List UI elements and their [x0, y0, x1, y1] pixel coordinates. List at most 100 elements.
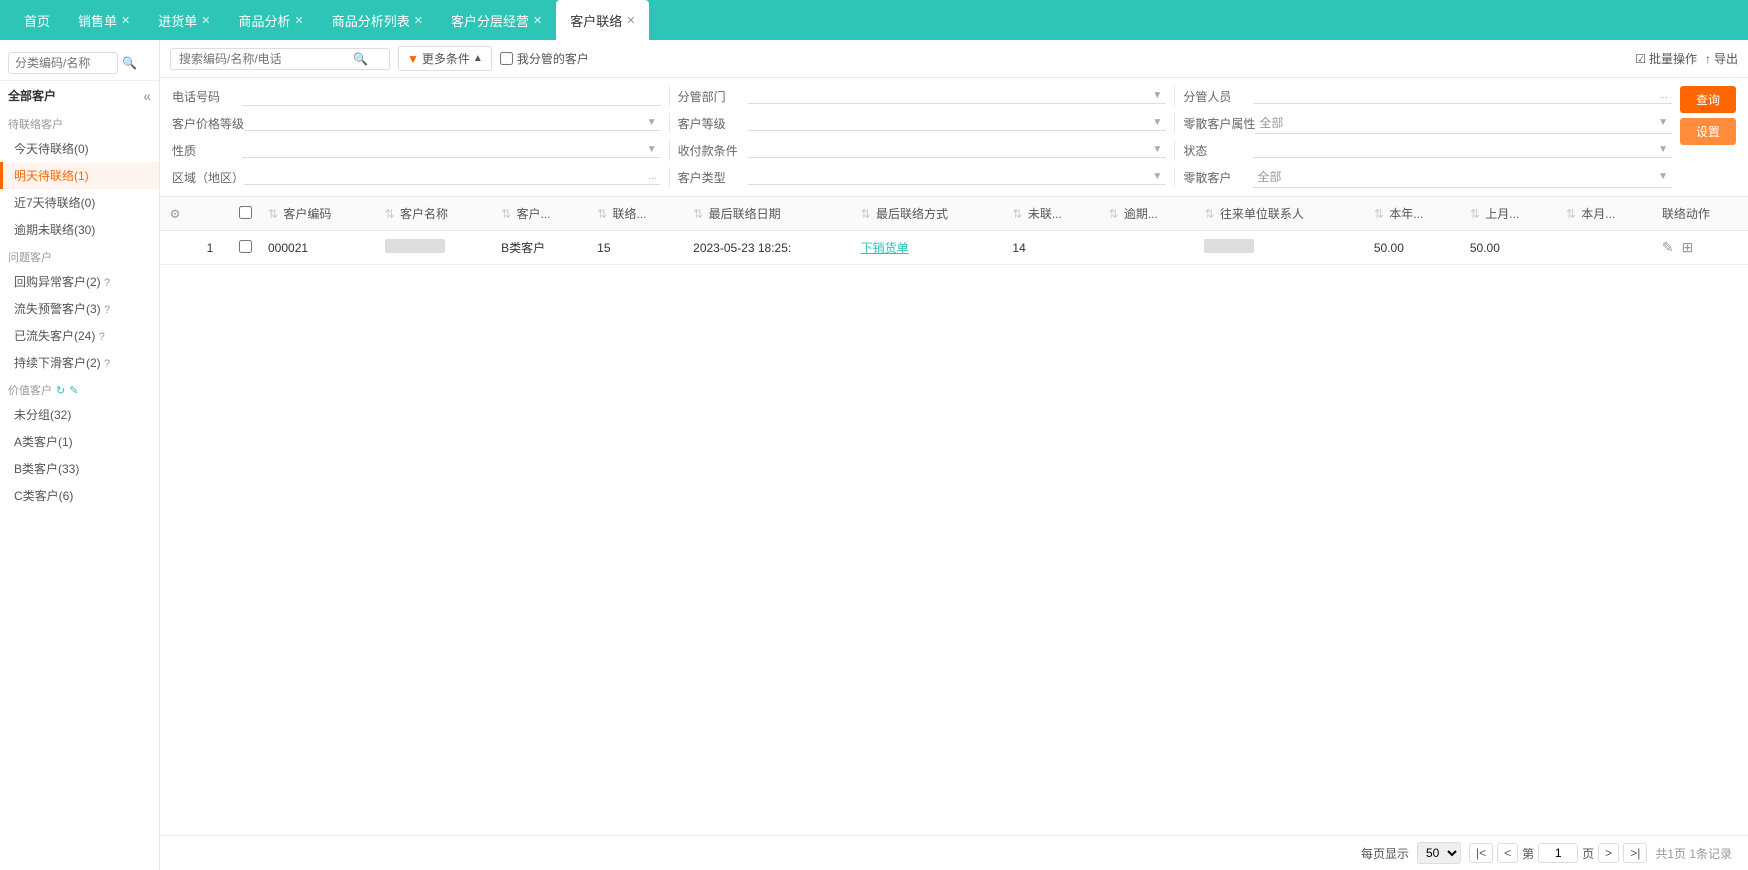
nav-customer-contact[interactable]: 客户联络 ✕ [556, 0, 649, 40]
sidebar-search-input[interactable] [8, 52, 118, 74]
sidebar-item-declining[interactable]: 持续下滑客户(2) ? [0, 349, 159, 376]
row-settings [160, 231, 190, 265]
th-contact: ⇅ 联络... [589, 197, 685, 231]
footer: 每页显示 50 |< < 第 页 > >| 共1页 1条记录 [160, 835, 1748, 870]
sidebar-problem-section: 问题客户 [0, 243, 159, 268]
batch-op-btn[interactable]: ☑ 批量操作 [1635, 50, 1697, 67]
divider8 [1174, 167, 1175, 187]
filter-customer-type-select[interactable]: ▼ [748, 169, 1167, 185]
nav-purchase-close[interactable]: ✕ [201, 14, 210, 27]
nav-customer-contact-close[interactable]: ✕ [626, 14, 635, 27]
nav-goods-analysis-list[interactable]: 商品分析列表 ✕ [318, 0, 437, 40]
nav-goods-analysis-close[interactable]: ✕ [295, 14, 304, 27]
row-code: 000021 [260, 231, 377, 265]
sidebar-item-churn-warning[interactable]: 流失预警客户(3) ? [0, 295, 159, 322]
th-last-method-sort-icon: ⇅ [861, 207, 871, 221]
nav-sales[interactable]: 销售单 ✕ [64, 0, 144, 40]
toolbar-search-input[interactable] [179, 52, 349, 66]
filter-customer-tier-label: 客户等级 [678, 115, 748, 132]
sidebar-item-tomorrow[interactable]: 明天待联络(1) [0, 162, 159, 189]
row-last-date: 2023-05-23 18:25: [685, 231, 852, 265]
filter-phone-label: 电话号码 [172, 88, 242, 105]
sidebar-item-week[interactable]: 近7天待联络(0) [0, 189, 159, 216]
divider7 [669, 167, 670, 187]
more-filter-btn[interactable]: ▼ 更多条件 ▲ [398, 46, 492, 71]
row-check[interactable] [230, 231, 260, 265]
sidebar-item-class-a[interactable]: A类客户(1) [0, 428, 159, 455]
export-btn[interactable]: ↑ 导出 [1705, 50, 1738, 67]
th-not-linked-sort-icon: ⇅ [1012, 207, 1022, 221]
per-page-select[interactable]: 50 [1417, 842, 1461, 864]
filter-status-label: 状态 [1183, 142, 1253, 159]
top-nav: 首页 销售单 ✕ 进货单 ✕ 商品分析 ✕ 商品分析列表 ✕ 客户分层经营 ✕ … [0, 0, 1748, 40]
total-info: 共1页 1条记录 [1655, 845, 1732, 862]
toolbar-search-icon[interactable]: 🔍 [353, 52, 368, 66]
table-header-row: ⚙ ⇅ 客户编码 ⇅ 客户名称 [160, 197, 1748, 231]
customer-tier-chevron: ▼ [1152, 117, 1162, 128]
nav-purchase[interactable]: 进货单 ✕ [144, 0, 224, 40]
row-name-blurred [385, 239, 445, 253]
nav-goods-analysis-list-close[interactable]: ✕ [414, 14, 423, 27]
sidebar-value-section: 价值客户 ↻ ✎ [0, 376, 159, 401]
sidebar-item-today[interactable]: 今天待联络(0) [0, 135, 159, 162]
last-page-btn[interactable]: >| [1623, 843, 1647, 863]
my-customers-check[interactable] [500, 52, 513, 65]
price-tier-chevron: ▼ [647, 117, 657, 128]
sidebar-item-overdue[interactable]: 逾期未联络(30) [0, 216, 159, 243]
query-btn[interactable]: 查询 [1680, 86, 1736, 113]
filter-manager-select[interactable]: ... [1253, 88, 1672, 104]
th-settings[interactable]: ⚙ [160, 197, 190, 231]
nav-sales-close[interactable]: ✕ [121, 14, 130, 27]
sidebar-all-customers[interactable]: 全部客户 « [0, 81, 159, 110]
sidebar-item-churned[interactable]: 已流失客户(24) ? [0, 322, 159, 349]
nav-customer-tier[interactable]: 客户分层经营 ✕ [437, 0, 556, 40]
row-num: 1 [190, 231, 230, 265]
collapse-icon[interactable]: « [143, 88, 151, 104]
prev-page-btn[interactable]: < [1497, 843, 1518, 863]
refresh-icon[interactable]: ↻ [56, 384, 65, 397]
customer-table: ⚙ ⇅ 客户编码 ⇅ 客户名称 [160, 197, 1748, 265]
filter-payment-select[interactable]: ▼ [748, 142, 1167, 158]
filter-dept-select[interactable]: ▼ [748, 88, 1167, 104]
page-input[interactable] [1538, 843, 1578, 863]
filter-phone-input[interactable] [242, 87, 661, 106]
table-row: 1 000021 B类客户 [160, 231, 1748, 265]
sidebar-item-class-c[interactable]: C类客户(6) [0, 482, 159, 509]
my-customers-checkbox[interactable]: 我分管的客户 [500, 50, 589, 67]
filter-nature-select[interactable]: ▼ [242, 142, 661, 158]
th-code-sort-icon: ⇅ [268, 207, 278, 221]
row-this-year: 50.00 [1366, 231, 1462, 265]
sidebar-search-icon[interactable]: 🔍 [122, 56, 137, 70]
nav-goods-analysis[interactable]: 商品分析 ✕ [224, 0, 317, 40]
edit-icon[interactable]: ✎ [69, 384, 78, 397]
filter-customer-tier-select[interactable]: ▼ [748, 115, 1167, 131]
th-action: 联络动作 [1654, 197, 1748, 231]
next-page-btn[interactable]: > [1598, 843, 1619, 863]
row-unit-contact-blurred [1204, 239, 1254, 253]
row-last-method-link[interactable]: 下销货单 [861, 241, 909, 255]
th-check[interactable] [230, 197, 260, 231]
th-this-year-sort-icon: ⇅ [1374, 207, 1384, 221]
filter-status-select[interactable]: ▼ [1253, 142, 1672, 158]
sidebar-item-class-b[interactable]: B类客户(33) [0, 455, 159, 482]
nav-home[interactable]: 首页 [10, 0, 64, 40]
sidebar-item-abnormal[interactable]: 回购异常客户(2) ? [0, 268, 159, 295]
row-checkbox[interactable] [239, 240, 252, 253]
nav-customer-tier-close[interactable]: ✕ [533, 14, 542, 27]
sidebar-item-ungrouped[interactable]: 未分组(32) [0, 401, 159, 428]
action-more-icon[interactable]: ⊞ [1682, 239, 1694, 256]
action-edit-icon[interactable]: ✎ [1662, 239, 1674, 256]
filter-row-4: 区域（地区） ... 客户类型 ▼ [172, 166, 1672, 188]
settings-gear-icon[interactable]: ⚙ [170, 207, 181, 221]
filter-scatter-attr-select[interactable]: 全部 ▼ [1255, 112, 1672, 134]
divider3 [669, 113, 670, 133]
filter-region-select[interactable]: ... [244, 169, 661, 185]
setting-btn[interactable]: 设置 [1680, 118, 1736, 145]
page-suffix: 页 [1582, 845, 1594, 862]
filter-price-tier-select[interactable]: ▼ [244, 115, 661, 131]
select-all-checkbox[interactable] [239, 206, 252, 219]
first-page-btn[interactable]: |< [1469, 843, 1493, 863]
divider6 [1174, 140, 1175, 160]
main-layout: 🔍 全部客户 « 待联络客户 今天待联络(0) 明天待联络(1) 近7天待联络(… [0, 40, 1748, 870]
filter-scatter-select[interactable]: 全部 ▼ [1253, 166, 1672, 188]
